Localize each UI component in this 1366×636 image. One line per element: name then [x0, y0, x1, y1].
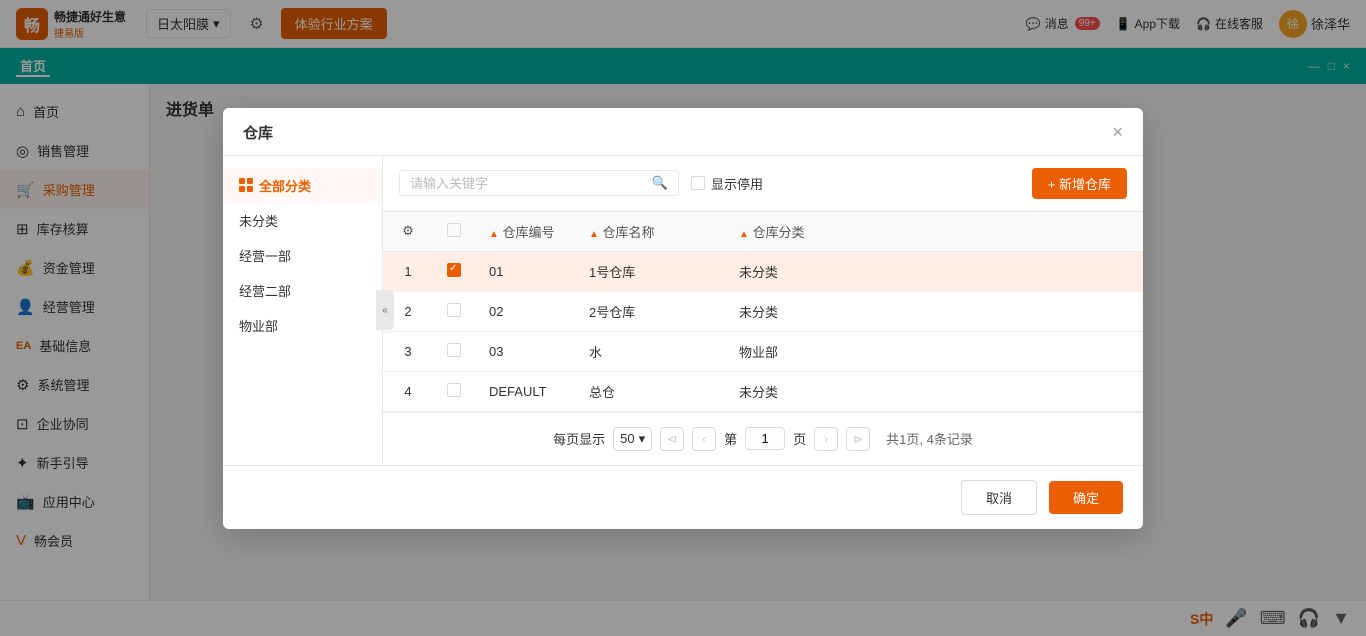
table: ⚙ ▲ 仓库编号 ▲ 仓库名称 [383, 212, 1143, 412]
col-settings: ⚙ [383, 212, 433, 252]
dialog-close-button[interactable]: × [1112, 123, 1123, 141]
warehouse-panel: 🔍 显示停用 + 新增仓库 ⚙ [383, 156, 1143, 465]
col-checkbox [433, 212, 475, 252]
category-ops1[interactable]: 经营一部 [223, 238, 382, 273]
row-name: 2号仓库 [575, 291, 725, 331]
category-ops2[interactable]: 经营二部 [223, 273, 382, 308]
warehouse-toolbar: 🔍 显示停用 + 新增仓库 [383, 156, 1143, 212]
row-code: 03 [475, 331, 575, 371]
cancel-button[interactable]: 取消 [961, 480, 1037, 515]
table-body: 1 01 1号仓库 未分类 2 02 2号仓库 未分类 3 03 水 物业部 4… [383, 251, 1143, 411]
row-category: 未分类 [725, 291, 1143, 331]
category-unclassified[interactable]: 未分类 [223, 203, 382, 238]
first-page-button[interactable]: ⊲ [660, 427, 684, 451]
row-checkbox-cell [433, 331, 475, 371]
row-name: 水 [575, 331, 725, 371]
page-input[interactable] [745, 427, 785, 450]
row-category: 物业部 [725, 331, 1143, 371]
row-category: 未分类 [725, 371, 1143, 411]
sort-icon-code: ▲ [489, 229, 499, 240]
per-page-label: 每页显示 [553, 429, 605, 448]
dialog-body: 全部分类 未分类 经营一部 经营二部 物业部 « 🔍 [223, 156, 1143, 465]
search-input[interactable] [410, 176, 646, 191]
show-disabled-toggle[interactable]: 显示停用 [691, 174, 763, 193]
category-all[interactable]: 全部分类 [223, 168, 382, 203]
row-index-cell: 4 [383, 371, 433, 411]
last-page-button[interactable]: ⊳ [846, 427, 870, 451]
row-code: 02 [475, 291, 575, 331]
page-unit: 页 [793, 429, 806, 448]
category-panel: 全部分类 未分类 经营一部 经营二部 物业部 « [223, 156, 383, 465]
table-row[interactable]: 3 03 水 物业部 [383, 331, 1143, 371]
add-warehouse-button[interactable]: + 新增仓库 [1032, 168, 1127, 199]
dialog-title: 仓库 [243, 122, 273, 143]
page-size-select[interactable]: 50 ▾ [613, 427, 652, 451]
row-name: 1号仓库 [575, 251, 725, 291]
row-checkbox[interactable] [447, 383, 461, 397]
row-index-cell: 1 [383, 251, 433, 291]
total-info: 共1页, 4条记录 [886, 429, 973, 448]
sort-icon-category: ▲ [739, 229, 749, 240]
pagination: 每页显示 50 ▾ ⊲ ‹ 第 页 › ⊳ 共1页, 4条记录 [383, 412, 1143, 465]
search-icon: 🔍 [652, 175, 668, 191]
row-index-cell: 3 [383, 331, 433, 371]
page-label: 第 [724, 429, 737, 448]
show-disabled-label: 显示停用 [711, 174, 763, 193]
col-name: ▲ 仓库名称 [575, 212, 725, 252]
row-name: 总仓 [575, 371, 725, 411]
col-category: ▲ 仓库分类 [725, 212, 1143, 252]
dialog-header: 仓库 × [223, 108, 1143, 156]
table-header-row: ⚙ ▲ 仓库编号 ▲ 仓库名称 [383, 212, 1143, 252]
dialog-footer: 取消 确定 [223, 465, 1143, 529]
row-code: 01 [475, 251, 575, 291]
warehouse-dialog: 仓库 × 全部分类 未分类 经营一部 经营二部 物业部 « [223, 108, 1143, 529]
confirm-button[interactable]: 确定 [1049, 481, 1123, 514]
row-checkbox-cell [433, 371, 475, 411]
table-row[interactable]: 1 01 1号仓库 未分类 [383, 251, 1143, 291]
search-box: 🔍 [399, 170, 679, 196]
category-collapse-button[interactable]: « [376, 290, 394, 330]
page-size-chevron: ▾ [639, 431, 646, 447]
modal-overlay[interactable]: 仓库 × 全部分类 未分类 经营一部 经营二部 物业部 « [0, 0, 1366, 636]
table-row[interactable]: 4 DEFAULT 总仓 未分类 [383, 371, 1143, 411]
row-checkbox[interactable] [447, 343, 461, 357]
sort-icon-name: ▲ [589, 229, 599, 240]
row-checkbox[interactable] [447, 263, 461, 277]
page-size-value: 50 [620, 431, 634, 446]
warehouse-table: ⚙ ▲ 仓库编号 ▲ 仓库名称 [383, 212, 1143, 412]
col-code: ▲ 仓库编号 [475, 212, 575, 252]
table-row[interactable]: 2 02 2号仓库 未分类 [383, 291, 1143, 331]
select-all-checkbox[interactable] [447, 223, 461, 237]
prev-page-button[interactable]: ‹ [692, 427, 716, 451]
row-checkbox-cell [433, 251, 475, 291]
grid-icon [239, 178, 253, 192]
show-disabled-checkbox[interactable] [691, 176, 705, 190]
next-page-button[interactable]: › [814, 427, 838, 451]
row-checkbox-cell [433, 291, 475, 331]
row-category: 未分类 [725, 251, 1143, 291]
row-code: DEFAULT [475, 371, 575, 411]
row-checkbox[interactable] [447, 303, 461, 317]
category-all-label: 全部分类 [259, 176, 311, 195]
category-property[interactable]: 物业部 [223, 308, 382, 343]
